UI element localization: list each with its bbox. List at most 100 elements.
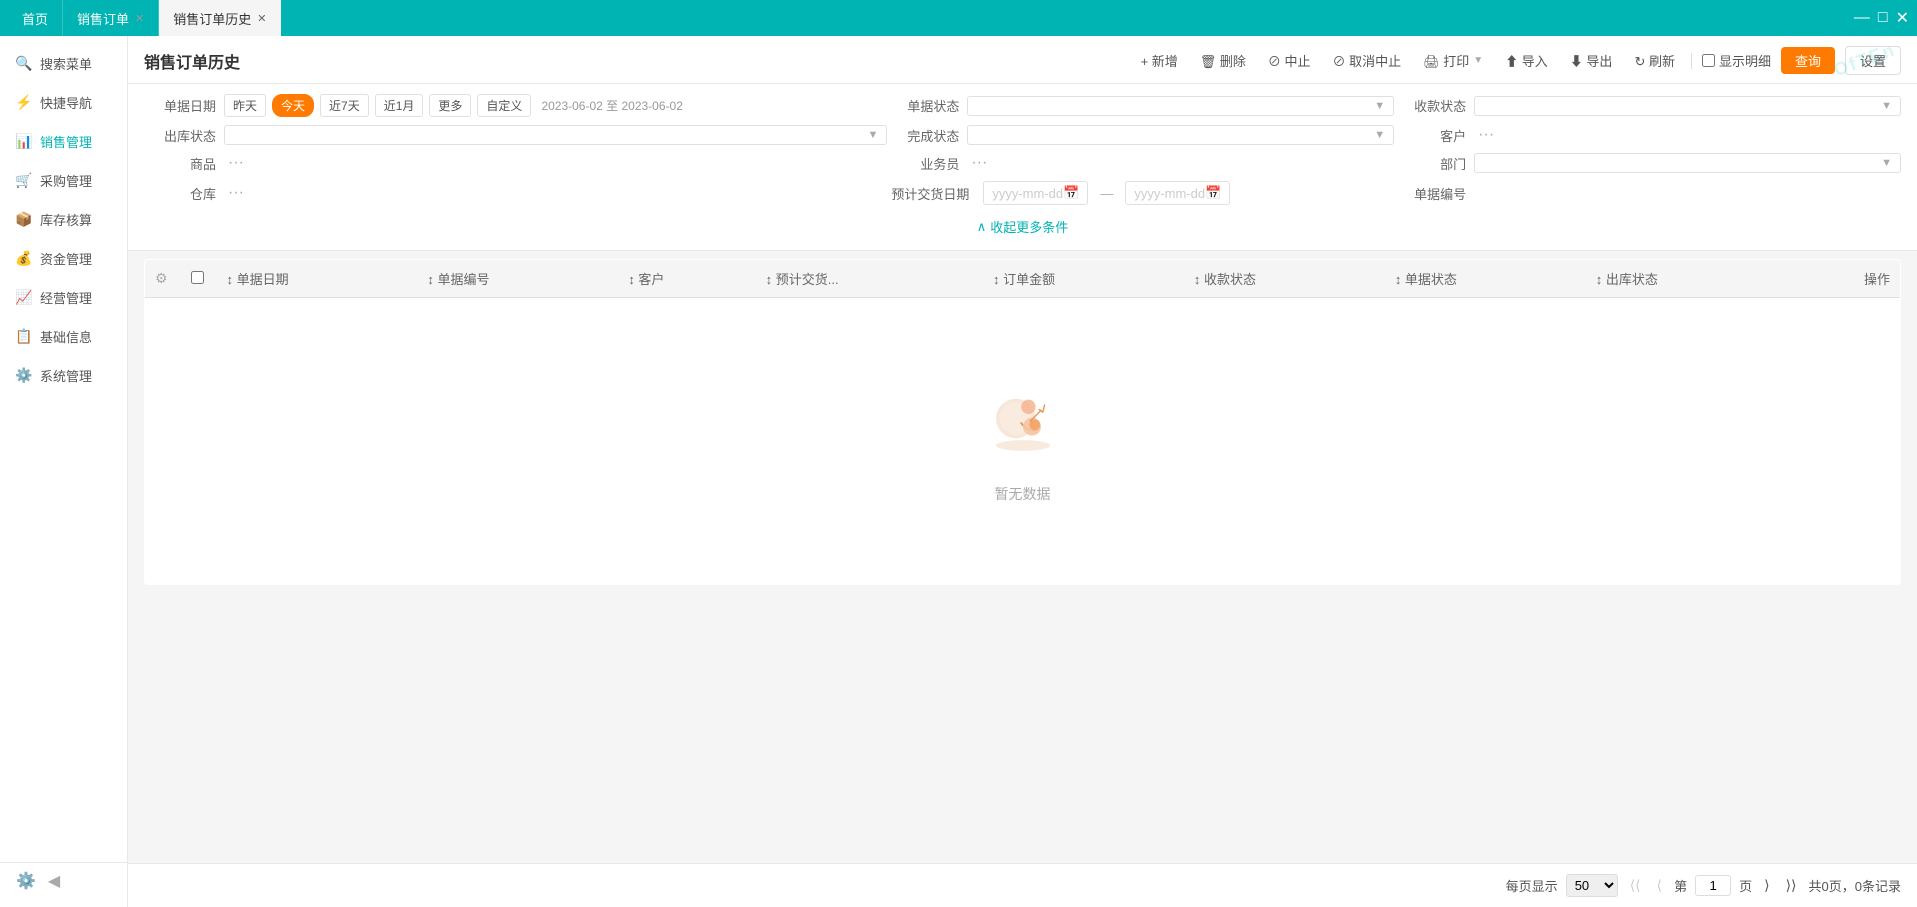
warehouse-input-area: ···	[224, 184, 887, 202]
date-btn-7days[interactable]: 近7天	[320, 94, 369, 117]
prev-page-button[interactable]: ⟨	[1653, 875, 1666, 896]
system-icon: ⚙️	[16, 368, 32, 384]
new-button[interactable]: + 新增	[1135, 47, 1184, 74]
first-page-button[interactable]: ⟨⟨	[1626, 875, 1645, 896]
select-all-checkbox[interactable]	[191, 271, 204, 284]
th-ship-status[interactable]: ↕ 出库状态	[1586, 260, 1787, 298]
tab-home[interactable]: 首页	[8, 0, 63, 36]
filter-area: 单据日期 昨天 今天 近7天 近1月 更多 自定义 2023-06-02 至 2…	[128, 84, 1917, 251]
warehouse-dots[interactable]: ···	[224, 184, 248, 202]
minimize-button[interactable]: —	[1854, 9, 1870, 27]
expected-date-from-input[interactable]: yyyy-mm-dd 📅	[983, 181, 1088, 205]
date-btn-custom[interactable]: 自定义	[477, 94, 531, 117]
display-detail-checkbox-label[interactable]: 显示明细	[1702, 51, 1771, 70]
sidebar-item-operations[interactable]: 📈 经营管理	[0, 278, 127, 317]
delete-button[interactable]: 🗑 删除	[1194, 47, 1252, 74]
search-icon: 🔍	[16, 56, 32, 72]
ship-status-arrow: ▼	[867, 129, 878, 141]
window-controls: — □ ✕	[1854, 8, 1909, 28]
settings-filter-button[interactable]: 设置	[1845, 46, 1901, 75]
tab-sales-order[interactable]: 销售订单 ✕	[63, 0, 159, 36]
sidebar-item-sales[interactable]: 📊 销售管理	[0, 122, 127, 161]
page-suffix: 页	[1739, 876, 1752, 895]
product-dots[interactable]: ···	[224, 154, 248, 172]
top-bar: 首页 销售订单 ✕ 销售订单历史 ✕ — □ ✕	[0, 0, 1917, 36]
th-payment-status[interactable]: ↕ 收款状态	[1184, 260, 1385, 298]
print-dropdown-icon[interactable]: ▼	[1473, 55, 1483, 66]
import-button-label: ⬆ 导入	[1505, 51, 1548, 70]
th-customer[interactable]: ↕ 客户	[618, 260, 755, 298]
import-button[interactable]: ⬆ 导入	[1499, 47, 1554, 74]
sidebar-item-search[interactable]: 🔍 搜索菜单	[0, 44, 127, 83]
stop-button[interactable]: ⊘ 中止	[1262, 47, 1317, 74]
sidebar-collapse-icon[interactable]: ◀	[48, 871, 60, 891]
order-status-select[interactable]: ▼	[967, 96, 1394, 116]
per-page-label: 每页显示	[1506, 876, 1558, 895]
th-number[interactable]: ↕ 单据编号	[417, 260, 618, 298]
th-payment-status-label: ↕ 收款状态	[1194, 272, 1256, 287]
empty-row: 暂无数据	[145, 298, 1901, 585]
close-button[interactable]: ✕	[1896, 8, 1909, 28]
th-number-label: ↕ 单据编号	[427, 272, 489, 287]
sidebar-item-purchase[interactable]: 🛒 采购管理	[0, 161, 127, 200]
complete-status-label: 完成状态	[887, 126, 967, 145]
date-btn-more[interactable]: 更多	[429, 94, 471, 117]
table-area: ⚙ ↕ 单据日期 ↕ 单据编号 ↕ 客户	[128, 251, 1917, 863]
sidebar-item-finance-label: 资金管理	[40, 249, 92, 268]
print-button[interactable]: 🖨 打印 ▼	[1417, 47, 1489, 74]
sidebar-item-finance[interactable]: 💰 资金管理	[0, 239, 127, 278]
tab-sales-order-history-close[interactable]: ✕	[257, 12, 266, 25]
export-button[interactable]: ⬇ 导出	[1564, 47, 1619, 74]
expected-date-to-input[interactable]: yyyy-mm-dd 📅	[1125, 181, 1230, 205]
payment-status-label: 收款状态	[1394, 96, 1474, 115]
page-input[interactable]	[1695, 875, 1731, 896]
sidebar-item-inventory[interactable]: 📦 库存核算	[0, 200, 127, 239]
th-date[interactable]: ↕ 单据日期	[217, 260, 418, 298]
query-button[interactable]: 查询	[1781, 47, 1835, 74]
filter-row-4: 仓库 ··· 预计交货日期 yyyy-mm-dd 📅 — yyyy-mm-dd …	[144, 181, 1901, 205]
sidebar-item-basic-info-label: 基础信息	[40, 327, 92, 346]
tab-sales-order-close[interactable]: ✕	[135, 12, 144, 25]
per-page-select[interactable]: 10 20 50 100	[1566, 874, 1618, 897]
sidebar-settings-icon[interactable]: ⚙️	[16, 871, 36, 891]
collapse-button[interactable]: ∧ 收起更多条件	[144, 213, 1901, 240]
salesperson-dots[interactable]: ···	[967, 154, 991, 172]
filter-row-1: 单据日期 昨天 今天 近7天 近1月 更多 自定义 2023-06-02 至 2…	[144, 94, 1901, 117]
sidebar-item-system[interactable]: ⚙️ 系统管理	[0, 356, 127, 395]
last-page-button[interactable]: ⟩⟩	[1782, 875, 1801, 896]
th-checkbox	[181, 260, 217, 298]
date-btn-1month[interactable]: 近1月	[375, 94, 424, 117]
complete-status-select[interactable]: ▼	[967, 125, 1394, 145]
date-btn-today[interactable]: 今天	[272, 94, 314, 117]
department-select[interactable]: ▼	[1474, 153, 1901, 173]
expected-date-from-value: yyyy-mm-dd	[992, 186, 1063, 201]
stop-button-label: ⊘ 中止	[1268, 51, 1311, 70]
ship-status-select[interactable]: ▼	[224, 125, 887, 145]
th-expected-date[interactable]: ↕ 预计交货...	[756, 260, 983, 298]
maximize-button[interactable]: □	[1878, 9, 1888, 27]
cancel-stop-button[interactable]: ⊘ 取消中止	[1327, 47, 1408, 74]
sidebar-item-basic-info[interactable]: 📋 基础信息	[0, 317, 127, 356]
sidebar-bottom: ⚙️ ◀	[0, 862, 127, 899]
th-amount[interactable]: ↕ 订单金额	[983, 260, 1184, 298]
department-arrow: ▼	[1881, 157, 1892, 169]
refresh-button[interactable]: ↻ 刷新	[1628, 47, 1681, 74]
tab-sales-order-history[interactable]: 销售订单历史 ✕	[159, 0, 281, 36]
date-btn-yesterday[interactable]: 昨天	[224, 94, 266, 117]
th-order-status[interactable]: ↕ 单据状态	[1385, 260, 1586, 298]
date-label: 单据日期	[144, 96, 224, 115]
customer-dots[interactable]: ···	[1474, 126, 1498, 144]
sidebar-item-operations-label: 经营管理	[40, 288, 92, 307]
column-settings-icon[interactable]: ⚙	[155, 270, 168, 286]
next-page-button[interactable]: ⟩	[1760, 875, 1773, 896]
calendar-to-icon: 📅	[1205, 185, 1221, 201]
basic-info-icon: 📋	[16, 329, 32, 345]
sales-icon: 📊	[16, 134, 32, 150]
sidebar-item-quick-nav[interactable]: ⚡ 快捷导航	[0, 83, 127, 122]
complete-status-arrow: ▼	[1374, 129, 1385, 141]
customer-label: 客户	[1394, 126, 1474, 145]
payment-status-select[interactable]: ▼	[1474, 96, 1901, 116]
filter-date-col: 单据日期 昨天 今天 近7天 近1月 更多 自定义 2023-06-02 至 2…	[144, 94, 887, 117]
display-detail-checkbox[interactable]	[1702, 54, 1715, 67]
warehouse-label: 仓库	[144, 184, 224, 203]
